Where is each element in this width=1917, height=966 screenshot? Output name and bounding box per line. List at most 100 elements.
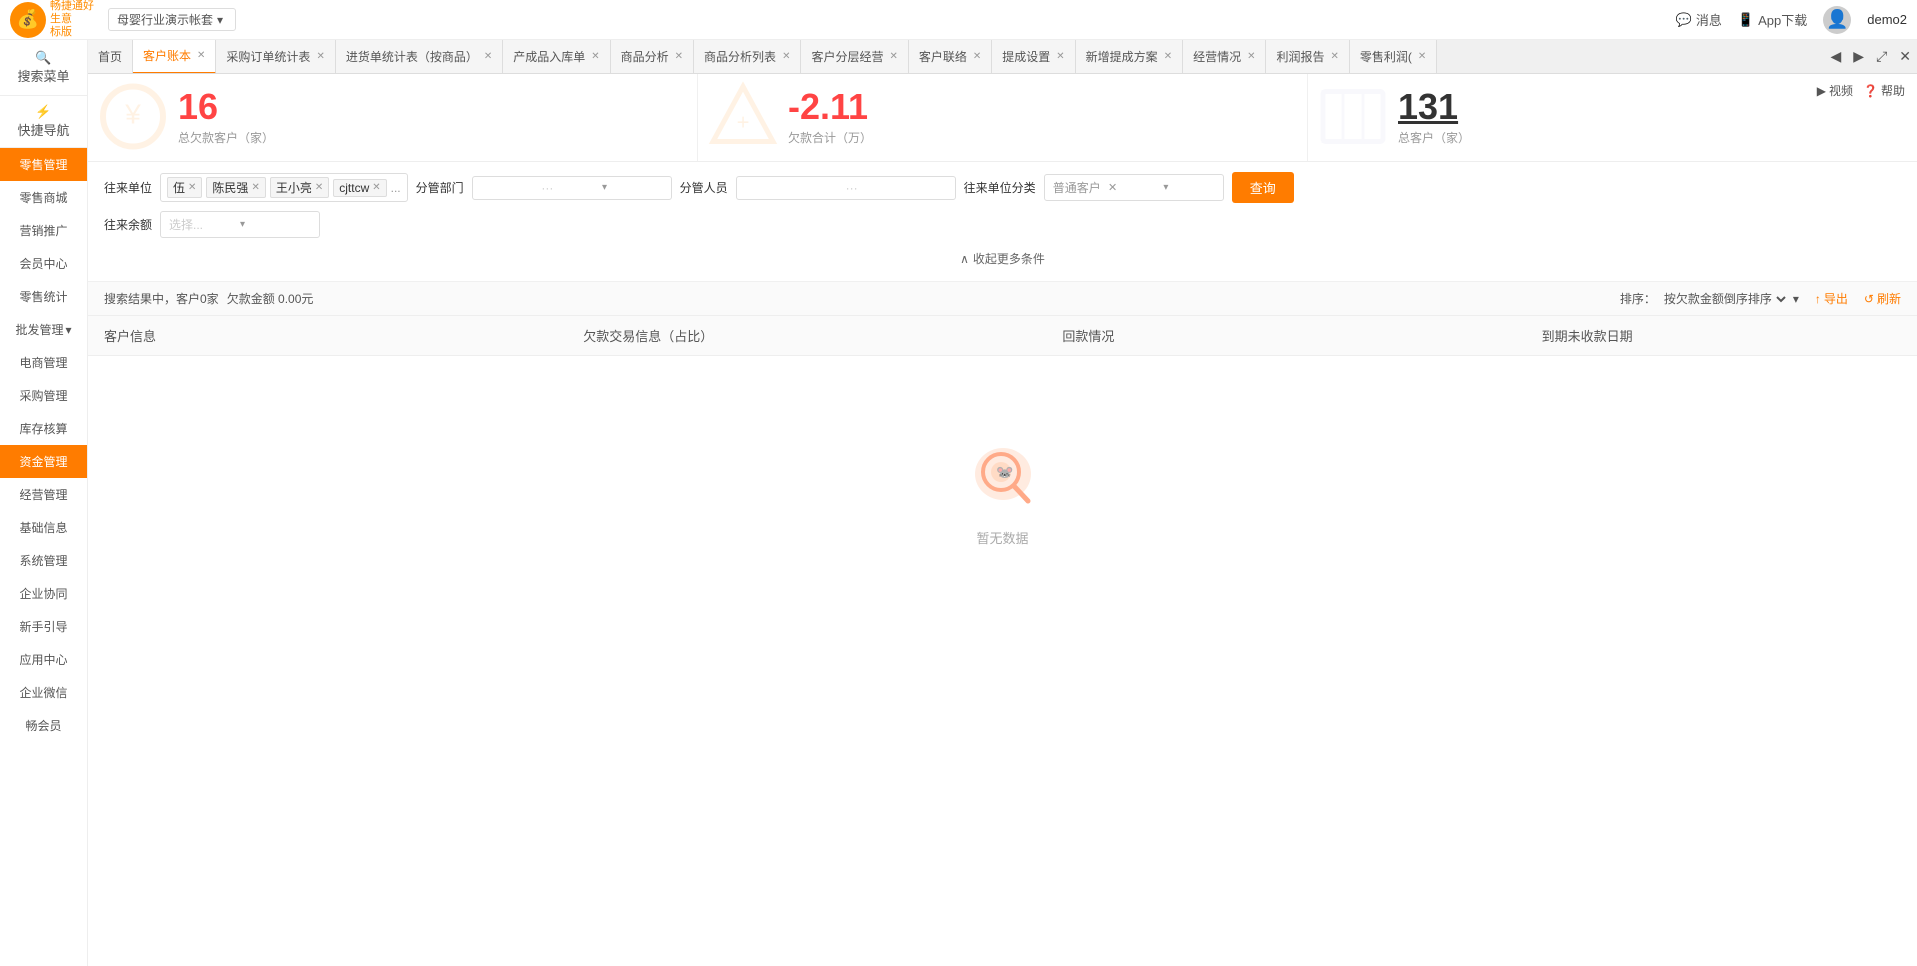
logo-icon: 💰: [10, 2, 46, 38]
sidebar-item-enterprise[interactable]: 企业协同: [0, 577, 87, 610]
dept-select[interactable]: ··· ▾: [472, 176, 672, 200]
chevron-down-icon: ▾: [217, 13, 223, 27]
tab-close-icon[interactable]: ✕: [1418, 51, 1426, 62]
tab-maximize-icon[interactable]: ⤢: [1870, 48, 1893, 65]
filter-row-2: 往来余额 选择... ▾: [104, 211, 1901, 238]
tab-new-scheme[interactable]: 新增提成方案 ✕: [1076, 40, 1183, 74]
message-button[interactable]: 💬 消息: [1676, 10, 1722, 29]
tab-close-icon[interactable]: ✕: [973, 51, 981, 62]
tab-close-icon[interactable]: ✕: [1164, 51, 1172, 62]
chevron-down-icon: ▾: [1793, 292, 1799, 306]
sidebar-item-retail-stats[interactable]: 零售统计: [0, 280, 87, 313]
sidebar-item-inventory[interactable]: 库存核算: [0, 412, 87, 445]
top-bar-right: 💬 消息 📱 App下载 👤 demo2: [1676, 6, 1907, 34]
unit-tag-cjttcw[interactable]: cjttcw ✕: [333, 179, 386, 197]
tab-scroll-right-icon[interactable]: ▶: [1847, 48, 1870, 65]
query-button[interactable]: 查询: [1232, 172, 1294, 203]
sidebar-search[interactable]: 🔍 搜索菜单: [0, 40, 87, 96]
sidebar-item-wholesale[interactable]: 批发管理 ▾: [0, 313, 87, 346]
tab-close-icon[interactable]: ✕: [782, 51, 790, 62]
sidebar-item-retail[interactable]: 零售管理: [0, 148, 87, 181]
tag-close-icon[interactable]: ✕: [315, 182, 323, 193]
tab-customer-contact[interactable]: 客户联络 ✕: [909, 40, 992, 74]
help-label: 帮助: [1881, 82, 1905, 99]
tab-close-icon[interactable]: ✕: [591, 51, 599, 62]
tab-close-icon[interactable]: ✕: [316, 51, 324, 62]
app-download-button[interactable]: 📱 App下载: [1738, 10, 1807, 29]
tab-goods-analysis-list[interactable]: 商品分析列表 ✕: [694, 40, 801, 74]
export-button[interactable]: ↑ 导出: [1815, 290, 1848, 307]
more-tags-button[interactable]: ...: [391, 181, 401, 195]
sidebar-item-purchase[interactable]: 采购管理: [0, 379, 87, 412]
type-clear-icon[interactable]: ✕: [1108, 181, 1159, 194]
sidebar-item-retail-mall[interactable]: 零售商城: [0, 181, 87, 214]
unit-tag-group[interactable]: 伍 ✕ 陈民强 ✕ 王小亮 ✕: [160, 173, 408, 202]
chevron-down-icon: ▾: [65, 323, 71, 337]
quick-nav-icon: ⚡: [35, 104, 51, 119]
sidebar-item-system[interactable]: 系统管理: [0, 544, 87, 577]
type-select[interactable]: 普通客户 ✕ ▾: [1044, 174, 1224, 201]
stat-value-amount: -2.11: [788, 89, 1277, 125]
refresh-button[interactable]: ↺ 刷新: [1864, 290, 1901, 307]
unit-tag-wu[interactable]: 伍 ✕: [167, 177, 202, 198]
tab-stock-in[interactable]: 进货单统计表（按商品） ✕: [336, 40, 503, 74]
tab-accounts[interactable]: 客户账本 ✕: [133, 40, 216, 74]
tab-remind-settings[interactable]: 提成设置 ✕: [992, 40, 1075, 74]
tab-customer-tier[interactable]: 客户分层经营 ✕: [801, 40, 908, 74]
sidebar-item-label: 经营管理: [6, 486, 81, 503]
tab-scroll-left-icon[interactable]: ◀: [1825, 48, 1848, 65]
tab-close-icon[interactable]: ✕: [484, 51, 492, 62]
sidebar-item-vip[interactable]: 畅会员: [0, 709, 87, 742]
tab-close-icon[interactable]: ✕: [1056, 51, 1064, 62]
account-selector[interactable]: 母婴行业演示帐套 ▾: [108, 8, 236, 31]
sidebar-item-appstore[interactable]: 应用中心: [0, 643, 87, 676]
unit-tag-wang[interactable]: 王小亮 ✕: [270, 177, 329, 198]
sidebar-item-label: 新手引导: [6, 618, 81, 635]
tab-close-all-icon[interactable]: ✕: [1893, 48, 1917, 65]
sidebar-item-guide[interactable]: 新手引导: [0, 610, 87, 643]
person-select[interactable]: ···: [736, 176, 956, 200]
tab-close-icon[interactable]: ✕: [197, 50, 205, 61]
sidebar-quick-nav[interactable]: ⚡ 快捷导航: [0, 96, 87, 148]
balance-placeholder: 选择...: [169, 216, 240, 233]
unit-filter-label: 往来单位: [104, 179, 152, 196]
tag-close-icon[interactable]: ✕: [372, 182, 380, 193]
sidebar-item-basics[interactable]: 基础信息: [0, 511, 87, 544]
tab-home[interactable]: 首页: [88, 40, 133, 74]
tab-close-icon[interactable]: ✕: [1247, 51, 1255, 62]
tag-close-icon[interactable]: ✕: [188, 182, 196, 193]
person-filter-label: 分管人员: [680, 179, 728, 196]
svg-text:+: +: [737, 109, 750, 134]
tab-profit-report[interactable]: 利润报告 ✕: [1266, 40, 1349, 74]
tab-label: 客户账本: [143, 47, 191, 64]
help-button[interactable]: ❓ 帮助: [1863, 82, 1905, 99]
tab-retail-profit[interactable]: 零售利润( ✕: [1350, 40, 1437, 74]
sidebar-item-member[interactable]: 会员中心: [0, 247, 87, 280]
tab-biz-status[interactable]: 经营情况 ✕: [1183, 40, 1266, 74]
sort-select[interactable]: 按欠款金额倒序排序: [1660, 291, 1789, 307]
collapse-button[interactable]: ∧ 收起更多条件: [104, 246, 1901, 271]
sidebar-item-label: 应用中心: [6, 651, 81, 668]
sidebar-item-marketing[interactable]: 营销推广: [0, 214, 87, 247]
balance-select[interactable]: 选择... ▾: [160, 211, 320, 238]
sidebar-item-operations[interactable]: 经营管理: [0, 478, 87, 511]
tab-close-icon[interactable]: ✕: [889, 51, 897, 62]
tab-close-icon[interactable]: ✕: [1331, 51, 1339, 62]
video-button[interactable]: ▶ 视频: [1817, 82, 1853, 99]
tag-close-icon[interactable]: ✕: [251, 182, 259, 193]
tab-goods-analysis[interactable]: 商品分析 ✕: [611, 40, 694, 74]
col-header-repay: 回款情况: [1062, 326, 1541, 345]
tab-produce[interactable]: 产成品入库单 ✕: [503, 40, 610, 74]
sidebar-item-finance[interactable]: 资金管理: [0, 445, 87, 478]
sidebar-item-ecommerce[interactable]: 电商管理: [0, 346, 87, 379]
sidebar-item-label: 零售商城: [6, 189, 81, 206]
tab-purchase-orders[interactable]: 采购订单统计表 ✕: [216, 40, 335, 74]
type-value: 普通客户: [1053, 179, 1104, 196]
tab-close-icon[interactable]: ✕: [675, 51, 683, 62]
sidebar-item-wechat[interactable]: 企业微信: [0, 676, 87, 709]
sidebar-item-label: 营销推广: [6, 222, 81, 239]
stat-total-debtor-customers: ¥ 16 总欠款客户（家）: [88, 74, 698, 161]
username[interactable]: demo2: [1867, 12, 1907, 27]
sidebar-item-label: 企业微信: [6, 684, 81, 701]
unit-tag-chen[interactable]: 陈民强 ✕: [206, 177, 265, 198]
